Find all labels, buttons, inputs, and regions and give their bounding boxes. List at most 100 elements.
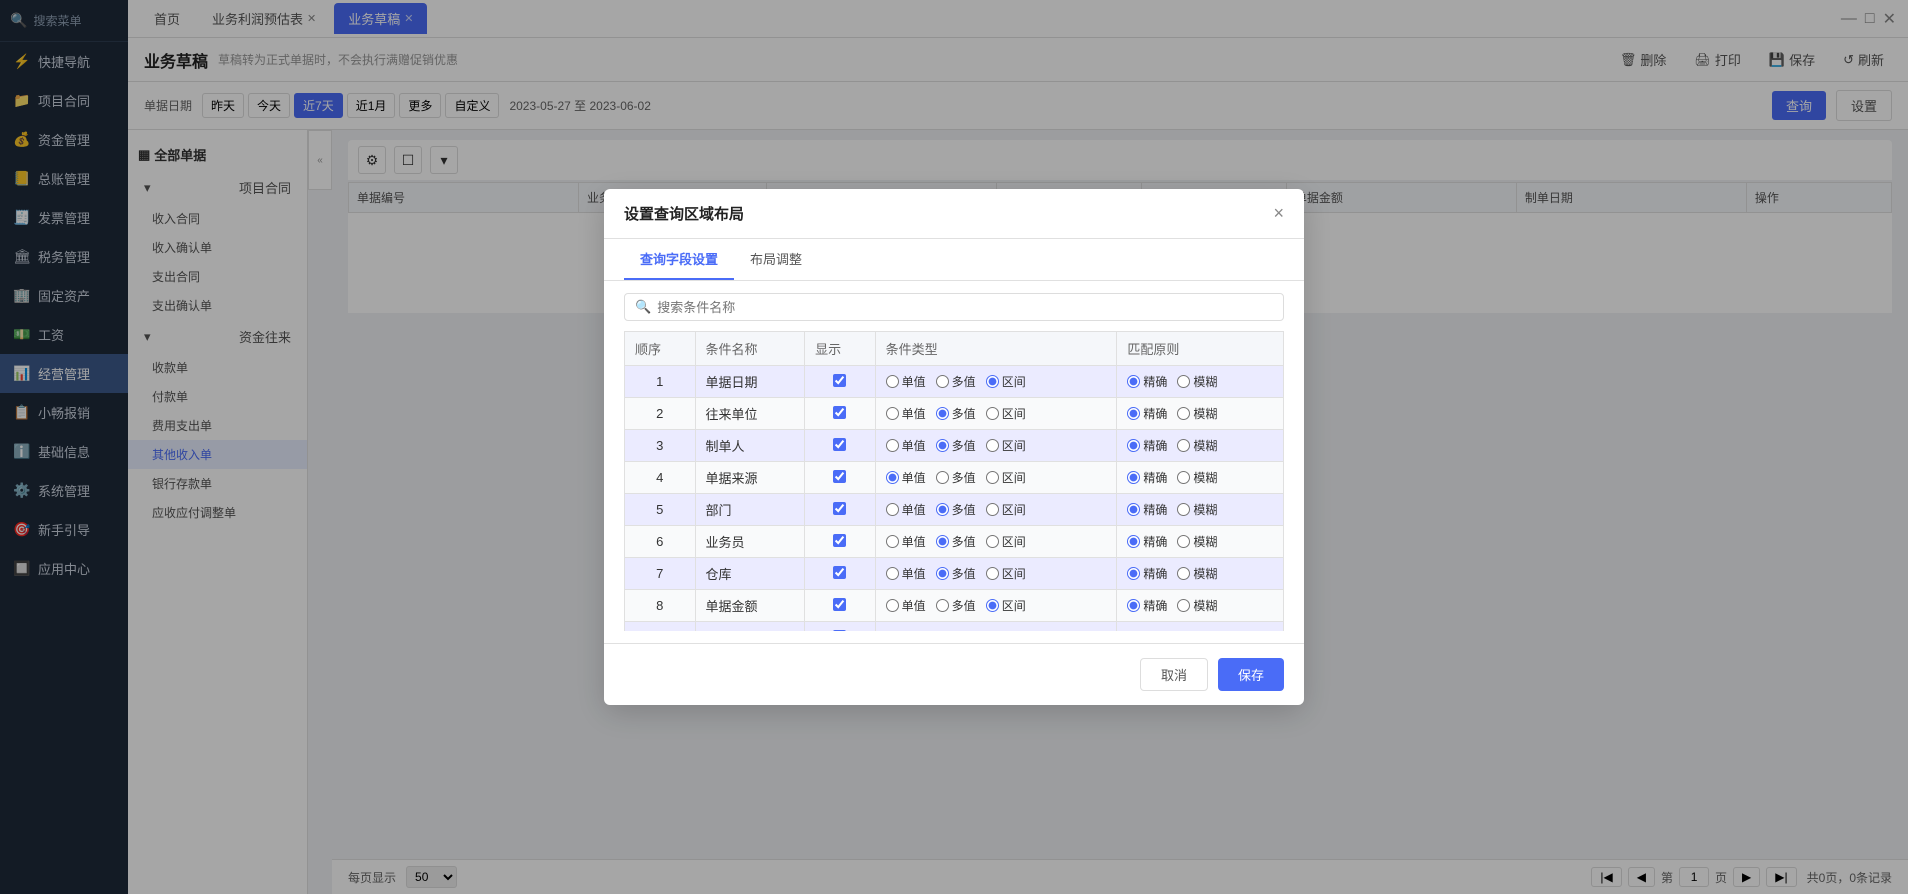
row-type-4: 单值 多值 区间 (875, 462, 1117, 494)
row-type-3: 单值 多值 区间 (875, 430, 1117, 462)
type-multi-4[interactable]: 多值 (936, 469, 976, 486)
type-range-9[interactable]: 区间 (986, 629, 1026, 631)
type-single-8[interactable]: 单值 (886, 597, 926, 614)
type-multi-1[interactable]: 多值 (936, 373, 976, 390)
match-exact-4[interactable]: 精确 (1127, 469, 1167, 486)
settings-table-row: 9 备注 单值 多值 区间 精确 (625, 622, 1284, 632)
row-type-2: 单值 多值 区间 (875, 398, 1117, 430)
show-checkbox-6[interactable] (833, 534, 846, 547)
type-single-6[interactable]: 单值 (886, 533, 926, 550)
row-show-7[interactable] (805, 558, 876, 590)
row-show-9[interactable] (805, 622, 876, 632)
settings-table-row: 6 业务员 单值 多值 区间 精确 (625, 526, 1284, 558)
type-single-9[interactable]: 单值 (886, 629, 926, 631)
match-exact-8[interactable]: 精确 (1127, 597, 1167, 614)
match-fuzzy-6[interactable]: 模糊 (1177, 533, 1217, 550)
show-checkbox-8[interactable] (833, 598, 846, 611)
col-header-type: 条件类型 (875, 332, 1117, 366)
type-range-5[interactable]: 区间 (986, 501, 1026, 518)
col-header-show: 显示 (805, 332, 876, 366)
modal-search-input[interactable] (657, 300, 1273, 315)
type-multi-3[interactable]: 多值 (936, 437, 976, 454)
row-name-8: 单据金额 (695, 590, 805, 622)
show-checkbox-1[interactable] (833, 374, 846, 387)
show-checkbox-7[interactable] (833, 566, 846, 579)
match-exact-6[interactable]: 精确 (1127, 533, 1167, 550)
modal-tab-layout[interactable]: 布局调整 (734, 239, 818, 280)
show-checkbox-4[interactable] (833, 470, 846, 483)
row-show-3[interactable] (805, 430, 876, 462)
settings-table-header: 顺序 条件名称 显示 条件类型 匹配原则 (625, 332, 1284, 366)
match-fuzzy-5[interactable]: 模糊 (1177, 501, 1217, 518)
type-multi-7[interactable]: 多值 (936, 565, 976, 582)
match-fuzzy-9[interactable]: 模糊 (1177, 629, 1217, 631)
col-header-name: 条件名称 (695, 332, 805, 366)
type-range-8[interactable]: 区间 (986, 597, 1026, 614)
col-header-index: 顺序 (625, 332, 696, 366)
type-range-7[interactable]: 区间 (986, 565, 1026, 582)
modal-cancel-button[interactable]: 取消 (1140, 658, 1208, 691)
row-show-6[interactable] (805, 526, 876, 558)
match-fuzzy-7[interactable]: 模糊 (1177, 565, 1217, 582)
row-name-9: 备注 (695, 622, 805, 632)
show-checkbox-5[interactable] (833, 502, 846, 515)
type-single-1[interactable]: 单值 (886, 373, 926, 390)
row-show-8[interactable] (805, 590, 876, 622)
row-show-2[interactable] (805, 398, 876, 430)
row-name-3: 制单人 (695, 430, 805, 462)
row-match-3: 精确 模糊 (1117, 430, 1284, 462)
match-fuzzy-4[interactable]: 模糊 (1177, 469, 1217, 486)
row-index-4: 4 (625, 462, 696, 494)
type-range-2[interactable]: 区间 (986, 405, 1026, 422)
type-multi-8[interactable]: 多值 (936, 597, 976, 614)
type-single-2[interactable]: 单值 (886, 405, 926, 422)
match-exact-3[interactable]: 精确 (1127, 437, 1167, 454)
row-index-6: 6 (625, 526, 696, 558)
match-exact-1[interactable]: 精确 (1127, 373, 1167, 390)
type-range-3[interactable]: 区间 (986, 437, 1026, 454)
type-multi-9[interactable]: 多值 (936, 629, 976, 631)
match-exact-5[interactable]: 精确 (1127, 501, 1167, 518)
type-single-5[interactable]: 单值 (886, 501, 926, 518)
settings-table-row: 8 单据金额 单值 多值 区间 精确 (625, 590, 1284, 622)
type-range-4[interactable]: 区间 (986, 469, 1026, 486)
type-multi-6[interactable]: 多值 (936, 533, 976, 550)
type-single-4[interactable]: 单值 (886, 469, 926, 486)
show-checkbox-2[interactable] (833, 406, 846, 419)
match-fuzzy-3[interactable]: 模糊 (1177, 437, 1217, 454)
type-multi-5[interactable]: 多值 (936, 501, 976, 518)
type-range-1[interactable]: 区间 (986, 373, 1026, 390)
modal-tab-fields[interactable]: 查询字段设置 (624, 239, 734, 280)
settings-table-row: 7 仓库 单值 多值 区间 精确 (625, 558, 1284, 590)
show-checkbox-9[interactable] (833, 630, 846, 632)
row-name-4: 单据来源 (695, 462, 805, 494)
show-checkbox-3[interactable] (833, 438, 846, 451)
modal-save-button[interactable]: 保存 (1218, 658, 1284, 691)
row-name-2: 往来单位 (695, 398, 805, 430)
match-fuzzy-2[interactable]: 模糊 (1177, 405, 1217, 422)
type-multi-2[interactable]: 多值 (936, 405, 976, 422)
match-fuzzy-1[interactable]: 模糊 (1177, 373, 1217, 390)
match-fuzzy-8[interactable]: 模糊 (1177, 597, 1217, 614)
row-show-4[interactable] (805, 462, 876, 494)
row-match-4: 精确 模糊 (1117, 462, 1284, 494)
row-show-1[interactable] (805, 366, 876, 398)
row-match-9: 精确 模糊 (1117, 622, 1284, 632)
col-header-match: 匹配原则 (1117, 332, 1284, 366)
match-exact-7[interactable]: 精确 (1127, 565, 1167, 582)
settings-table: 顺序 条件名称 显示 条件类型 匹配原则 1 单据日期 单值 (624, 331, 1284, 631)
modal-overlay: 设置查询区域布局 × 查询字段设置 布局调整 🔍 顺序 条件 (0, 0, 1908, 894)
type-single-3[interactable]: 单值 (886, 437, 926, 454)
row-index-1: 1 (625, 366, 696, 398)
type-single-7[interactable]: 单值 (886, 565, 926, 582)
match-exact-2[interactable]: 精确 (1127, 405, 1167, 422)
modal-tabs: 查询字段设置 布局调整 (604, 239, 1304, 281)
row-index-8: 8 (625, 590, 696, 622)
modal-search-box[interactable]: 🔍 (624, 293, 1284, 321)
row-show-5[interactable] (805, 494, 876, 526)
row-type-7: 单值 多值 区间 (875, 558, 1117, 590)
match-exact-9[interactable]: 精确 (1127, 629, 1167, 631)
row-match-5: 精确 模糊 (1117, 494, 1284, 526)
type-range-6[interactable]: 区间 (986, 533, 1026, 550)
modal-close-button[interactable]: × (1273, 203, 1284, 224)
